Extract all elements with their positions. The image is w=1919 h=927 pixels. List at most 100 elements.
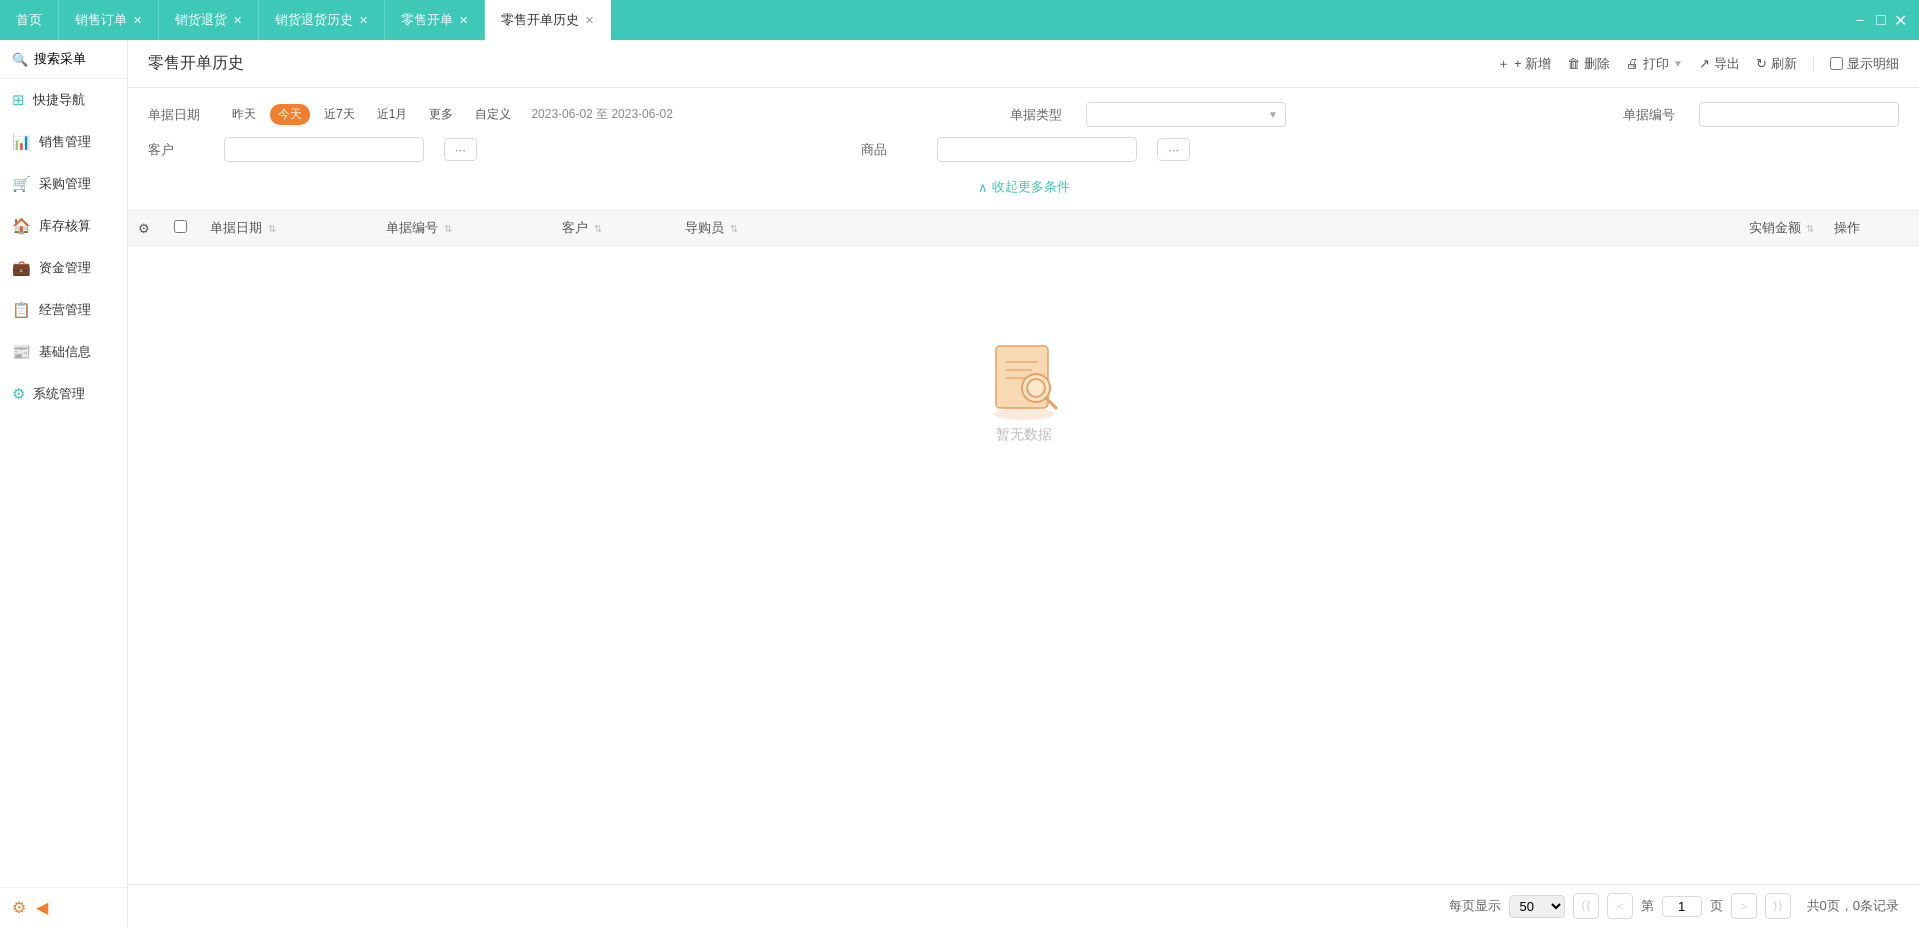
collapse-more-button[interactable]: ∧ 收起更多条件 (148, 172, 1899, 196)
sort-icon: ⇅ (1806, 223, 1814, 234)
sidebar-item-inventory[interactable]: 🏠 库存核算 (0, 205, 127, 247)
minimize-button[interactable]: － (1852, 10, 1868, 31)
close-icon[interactable]: ✕ (585, 14, 594, 27)
window-close-button[interactable]: ✕ (1894, 11, 1907, 30)
date-options: 昨天 今天 近7天 近1月 更多 自定义 2023-06-02 至 2023-0… (224, 104, 673, 125)
per-page-label: 每页显示 (1449, 897, 1501, 915)
sidebar-item-sys-mgmt[interactable]: ⚙ 系统管理 (0, 373, 127, 415)
sidebar-item-label: 采购管理 (39, 175, 91, 193)
goods-input[interactable] (937, 137, 1137, 162)
th-date[interactable]: 单据日期 ⇅ (200, 211, 376, 246)
customer-input[interactable] (224, 137, 424, 162)
per-page-select[interactable]: 50 100 200 (1509, 895, 1565, 918)
first-page-button[interactable]: ⟨⟨ (1573, 893, 1599, 919)
th-number[interactable]: 单据编号 ⇅ (376, 211, 552, 246)
print-button[interactable]: 🖨 打印 ▼ (1626, 55, 1683, 73)
divider (1813, 56, 1814, 72)
empty-state: 暂无数据 (128, 246, 1919, 524)
filter-row-2: 客户 ··· 商品 ··· (148, 137, 1899, 162)
table-area: ⚙ 单据日期 ⇅ 单据编号 ⇅ (128, 211, 1919, 884)
sort-icon: ⇅ (444, 223, 452, 234)
sidebar-item-operations[interactable]: 📋 经营管理 (0, 289, 127, 331)
close-icon[interactable]: ✕ (359, 14, 368, 27)
purchase-icon: 🛒 (12, 175, 31, 193)
date-opt-custom[interactable]: 自定义 (467, 104, 519, 125)
th-amount[interactable]: 实销金额 ⇅ (1648, 211, 1824, 246)
close-icon[interactable]: ✕ (233, 14, 242, 27)
sidebar-item-quick-nav[interactable]: ⊞ 快捷导航 (0, 79, 127, 121)
page-title: 零售开单历史 (148, 53, 244, 74)
delete-button[interactable]: 🗑 删除 (1567, 55, 1610, 73)
export-button[interactable]: ↗ 导出 (1699, 55, 1740, 73)
page-number-input[interactable] (1662, 896, 1702, 917)
th-guide[interactable]: 导购员 ⇅ (675, 211, 824, 246)
gear-icon[interactable]: ⚙ (138, 221, 150, 236)
sort-icon: ⇅ (594, 223, 602, 234)
header-actions: ＋ + 新增 🗑 删除 🖨 打印 ▼ ↗ 导出 ↻ (1497, 55, 1899, 73)
tab-home[interactable]: 首页 (0, 0, 59, 40)
tab-retail-open[interactable]: 零售开单 ✕ (385, 0, 485, 40)
date-opt-7days[interactable]: 近7天 (316, 104, 363, 125)
content-area: 零售开单历史 ＋ + 新增 🗑 删除 🖨 打印 ▼ ↗ 导出 (128, 40, 1919, 927)
export-icon: ↗ (1699, 56, 1710, 71)
close-icon[interactable]: ✕ (133, 14, 142, 27)
main-layout: 🔍 搜索采单 ⊞ 快捷导航 📊 销售管理 🛒 采购管理 🏠 库存核算 💼 资金管… (0, 40, 1919, 927)
empty-text: 暂无数据 (996, 426, 1052, 444)
operations-icon: 📋 (12, 301, 31, 319)
sidebar-item-label: 快捷导航 (33, 91, 85, 109)
prev-page-button[interactable]: ＜ (1607, 893, 1633, 919)
date-opt-yesterday[interactable]: 昨天 (224, 104, 264, 125)
page-label: 第 (1641, 897, 1654, 915)
quick-nav-icon: ⊞ (12, 91, 25, 109)
basic-info-icon: 📰 (12, 343, 31, 361)
refresh-button[interactable]: ↻ 刷新 (1756, 55, 1797, 73)
settings-icon[interactable]: ⚙ (12, 898, 26, 917)
chevron-up-icon: ∧ (978, 180, 988, 195)
maximize-button[interactable]: □ (1876, 11, 1886, 29)
sidebar-item-label: 基础信息 (39, 343, 91, 361)
next-page-button[interactable]: ＞ (1731, 893, 1757, 919)
date-label: 单据日期 (148, 106, 204, 124)
tab-retail-open-history[interactable]: 零售开单历史 ✕ (485, 0, 611, 40)
doc-type-select[interactable] (1086, 102, 1286, 127)
collapse-sidebar-icon[interactable]: ◀ (36, 898, 48, 917)
sidebar-item-basic-info[interactable]: 📰 基础信息 (0, 331, 127, 373)
sort-icon: ⇅ (730, 223, 738, 234)
date-opt-more[interactable]: 更多 (421, 104, 461, 125)
sys-icon: ⚙ (12, 385, 25, 403)
sidebar-item-finance[interactable]: 💼 资金管理 (0, 247, 127, 289)
th-checkbox (164, 211, 200, 246)
th-spacer (825, 211, 1648, 246)
inventory-icon: 🏠 (12, 217, 31, 235)
tab-sales-order[interactable]: 销售订单 ✕ (59, 0, 159, 40)
filter-row-1: 单据日期 昨天 今天 近7天 近1月 更多 自定义 2023-06-02 至 2… (148, 102, 1899, 127)
show-detail-label-text: 显示明细 (1847, 55, 1899, 73)
close-icon[interactable]: ✕ (459, 14, 468, 27)
doc-type-select-wrapper: ▼ (1086, 102, 1286, 127)
tab-sales-return-history[interactable]: 销货退货历史 ✕ (259, 0, 385, 40)
tab-sales-return[interactable]: 销货退货 ✕ (159, 0, 259, 40)
date-opt-1month[interactable]: 近1月 (369, 104, 416, 125)
th-customer[interactable]: 客户 ⇅ (552, 211, 675, 246)
last-page-button[interactable]: ⟩⟩ (1765, 893, 1791, 919)
sidebar-search-label: 搜索采单 (34, 50, 86, 68)
select-all-checkbox[interactable] (174, 220, 187, 233)
show-detail-check[interactable] (1830, 57, 1843, 70)
show-detail-checkbox[interactable]: 显示明细 (1830, 55, 1899, 73)
goods-dots-button[interactable]: ··· (1157, 138, 1190, 161)
sales-icon: 📊 (12, 133, 31, 151)
customer-dots-button[interactable]: ··· (444, 138, 477, 161)
th-settings[interactable]: ⚙ (128, 211, 164, 246)
sort-icon: ⇅ (268, 223, 276, 234)
new-button[interactable]: ＋ + 新增 (1497, 55, 1551, 73)
sidebar-search[interactable]: 🔍 搜索采单 (0, 40, 127, 79)
sidebar-item-sales-mgmt[interactable]: 📊 销售管理 (0, 121, 127, 163)
table-body: 暂无数据 (128, 246, 1919, 525)
date-opt-today[interactable]: 今天 (270, 104, 310, 125)
chevron-down-icon: ▼ (1673, 58, 1683, 69)
search-icon: 🔍 (12, 52, 28, 67)
sidebar-item-purchase-mgmt[interactable]: 🛒 采购管理 (0, 163, 127, 205)
finance-icon: 💼 (12, 259, 31, 277)
svg-point-0 (994, 408, 1054, 420)
doc-num-input[interactable] (1699, 102, 1899, 127)
